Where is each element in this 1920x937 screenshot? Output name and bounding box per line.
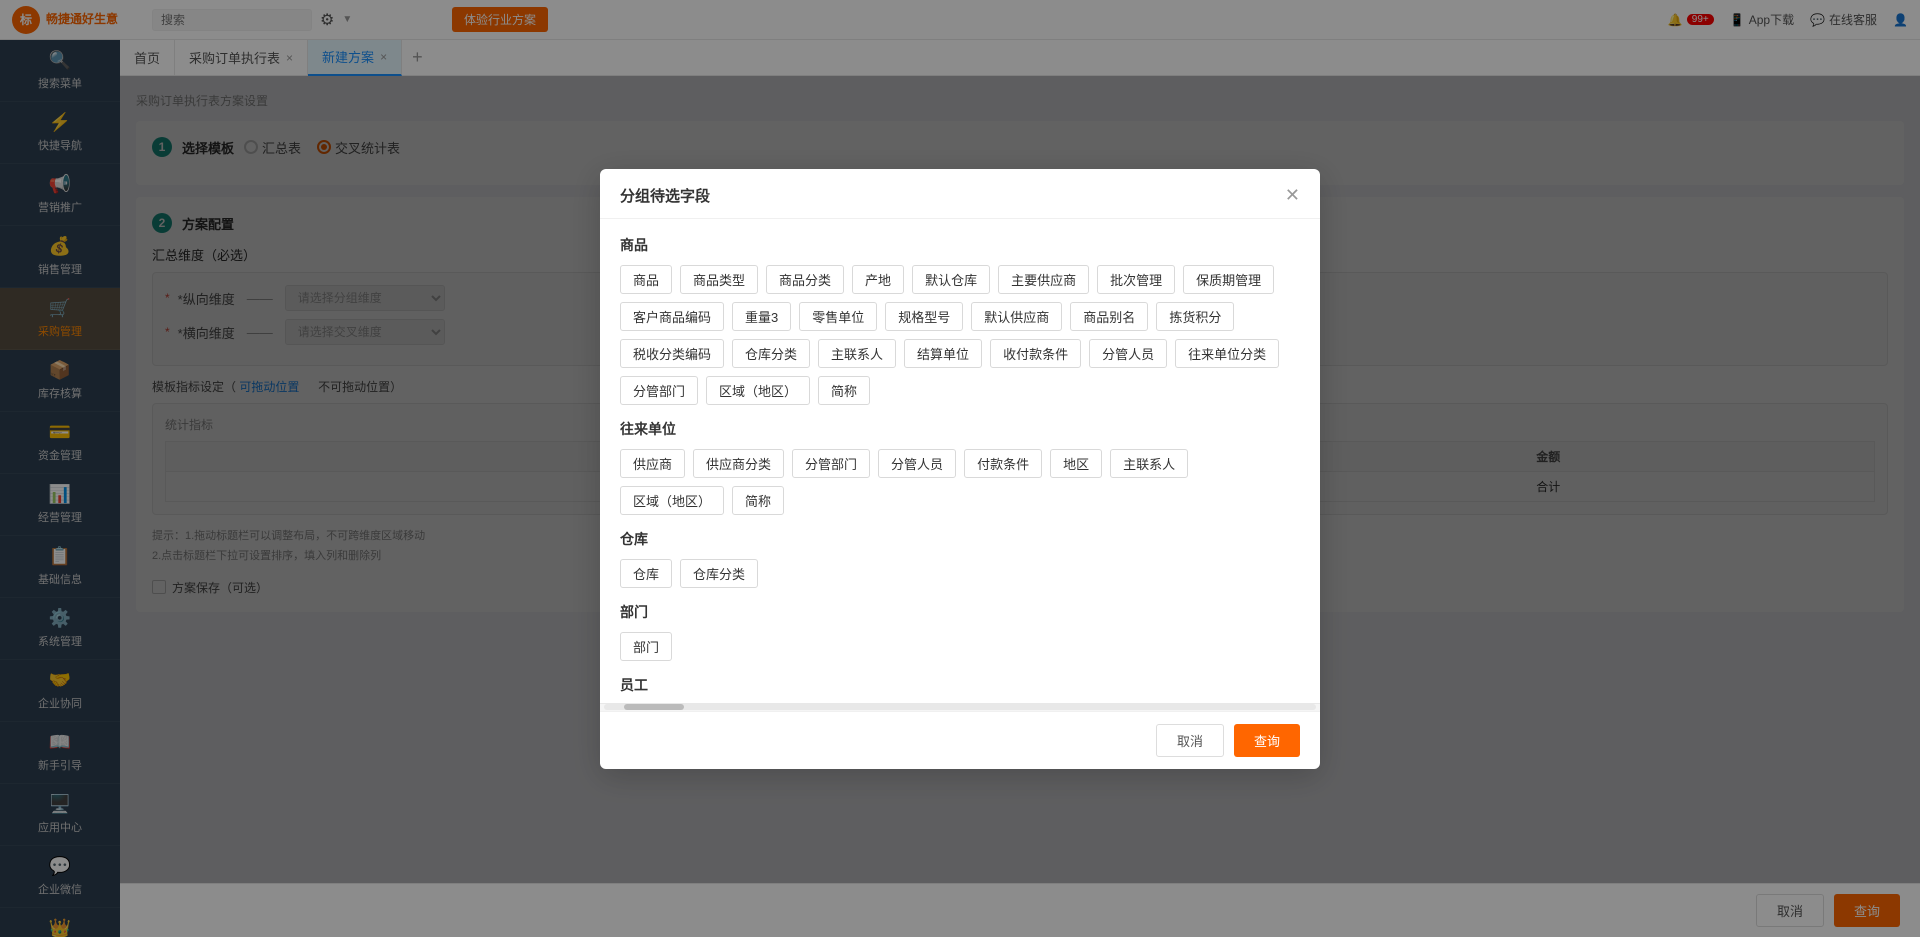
section-title-warehouse: 仓库 xyxy=(620,529,1300,549)
modal-cancel-btn[interactable]: 取消 xyxy=(1156,724,1224,757)
chip-product-6[interactable]: 批次管理 xyxy=(1097,265,1175,294)
chip-partner-8[interactable]: 简称 xyxy=(732,486,784,515)
chip-partner-6[interactable]: 主联系人 xyxy=(1110,449,1188,478)
chip-product-8[interactable]: 客户商品编码 xyxy=(620,302,724,331)
modal-title: 分组待选字段 xyxy=(620,185,710,206)
chip-product-4[interactable]: 默认仓库 xyxy=(912,265,990,294)
chip-product-21[interactable]: 往来单位分类 xyxy=(1175,339,1279,368)
chip-warehouse-1[interactable]: 仓库分类 xyxy=(680,559,758,588)
modal-overlay: 分组待选字段 ✕ 商品 商品 商品类型 商品分类 产地 默认仓库 主要供应商 批… xyxy=(0,0,1920,937)
hscroll-thumb xyxy=(624,704,684,710)
chip-partner-4[interactable]: 付款条件 xyxy=(964,449,1042,478)
chip-partner-5[interactable]: 地区 xyxy=(1050,449,1102,478)
chip-product-2[interactable]: 商品分类 xyxy=(766,265,844,294)
field-select-modal: 分组待选字段 ✕ 商品 商品 商品类型 商品分类 产地 默认仓库 主要供应商 批… xyxy=(600,169,1320,769)
modal-footer: 取消 查询 xyxy=(600,711,1320,769)
chip-product-12[interactable]: 默认供应商 xyxy=(971,302,1062,331)
chip-product-24[interactable]: 简称 xyxy=(818,376,870,405)
chip-product-5[interactable]: 主要供应商 xyxy=(998,265,1089,294)
chip-product-23[interactable]: 区域（地区） xyxy=(706,376,810,405)
modal-body: 商品 商品 商品类型 商品分类 产地 默认仓库 主要供应商 批次管理 保质期管理… xyxy=(600,219,1320,703)
dept-chips: 部门 xyxy=(620,632,1300,661)
section-title-product: 商品 xyxy=(620,235,1300,255)
partner-chips: 供应商 供应商分类 分管部门 分管人员 付款条件 地区 主联系人 区域（地区） … xyxy=(620,449,1300,515)
section-title-dept: 部门 xyxy=(620,602,1300,622)
chip-product-9[interactable]: 重量3 xyxy=(732,302,791,331)
modal-close-icon[interactable]: ✕ xyxy=(1285,186,1300,204)
chip-warehouse-0[interactable]: 仓库 xyxy=(620,559,672,588)
warehouse-chips: 仓库 仓库分类 xyxy=(620,559,1300,588)
chip-product-13[interactable]: 商品别名 xyxy=(1070,302,1148,331)
chip-product-19[interactable]: 收付款条件 xyxy=(990,339,1081,368)
chip-product-18[interactable]: 结算单位 xyxy=(904,339,982,368)
chip-product-11[interactable]: 规格型号 xyxy=(885,302,963,331)
chip-product-0[interactable]: 商品 xyxy=(620,265,672,294)
section-title-staff: 员工 xyxy=(620,675,1300,695)
chip-product-14[interactable]: 拣货积分 xyxy=(1156,302,1234,331)
chip-product-10[interactable]: 零售单位 xyxy=(799,302,877,331)
chip-partner-3[interactable]: 分管人员 xyxy=(878,449,956,478)
chip-partner-0[interactable]: 供应商 xyxy=(620,449,685,478)
section-title-partner: 往来单位 xyxy=(620,419,1300,439)
modal-horizontal-scrollbar[interactable] xyxy=(600,703,1320,711)
chip-product-7[interactable]: 保质期管理 xyxy=(1183,265,1274,294)
chip-product-20[interactable]: 分管人员 xyxy=(1089,339,1167,368)
chip-dept-0[interactable]: 部门 xyxy=(620,632,672,661)
chip-product-3[interactable]: 产地 xyxy=(852,265,904,294)
chip-product-15[interactable]: 税收分类编码 xyxy=(620,339,724,368)
chip-product-1[interactable]: 商品类型 xyxy=(680,265,758,294)
chip-partner-2[interactable]: 分管部门 xyxy=(792,449,870,478)
chip-product-22[interactable]: 分管部门 xyxy=(620,376,698,405)
modal-confirm-btn[interactable]: 查询 xyxy=(1234,724,1300,757)
chip-partner-7[interactable]: 区域（地区） xyxy=(620,486,724,515)
hscroll-track xyxy=(604,704,1316,710)
modal-header: 分组待选字段 ✕ xyxy=(600,169,1320,219)
chip-partner-1[interactable]: 供应商分类 xyxy=(693,449,784,478)
chip-product-17[interactable]: 主联系人 xyxy=(818,339,896,368)
product-chips: 商品 商品类型 商品分类 产地 默认仓库 主要供应商 批次管理 保质期管理 客户… xyxy=(620,265,1300,405)
chip-product-16[interactable]: 仓库分类 xyxy=(732,339,810,368)
